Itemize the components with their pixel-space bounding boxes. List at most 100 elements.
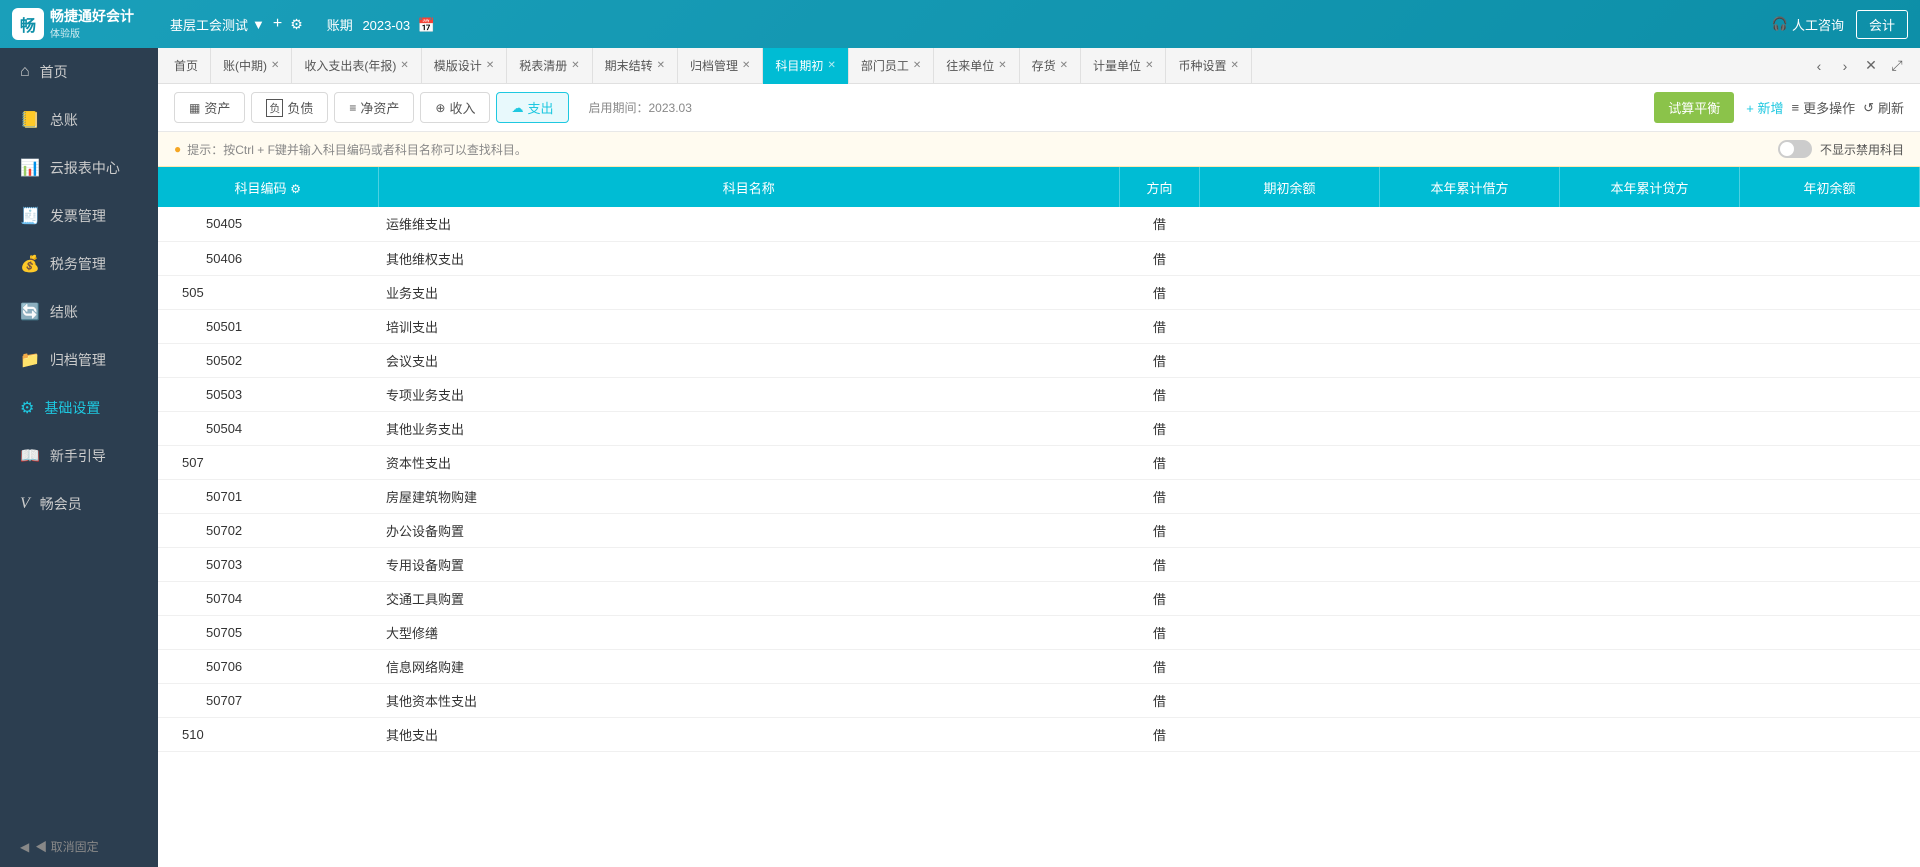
cell-init-balance xyxy=(1200,377,1380,411)
close-icon[interactable]: ✕ xyxy=(571,60,579,71)
col-settings-icon[interactable]: ⚙ xyxy=(290,182,301,196)
sidebar-item-settings[interactable]: ⚙ 基础设置 xyxy=(0,384,158,432)
table-row[interactable]: 50504 其他业务支出 借 xyxy=(158,411,1920,445)
cell-year-init xyxy=(1740,683,1920,717)
table-row[interactable]: 50406 其他维权支出 借 xyxy=(158,241,1920,275)
close-icon[interactable]: ✕ xyxy=(827,60,835,71)
archive-icon: 📁 xyxy=(20,350,40,370)
cell-direction: 借 xyxy=(1120,275,1200,309)
cell-ytd-credit xyxy=(1560,581,1740,615)
add-button[interactable]: + 新增 xyxy=(1742,98,1783,117)
close-icon[interactable]: ✕ xyxy=(400,60,408,71)
tab-dept[interactable]: 部门员工 ✕ xyxy=(849,48,934,84)
sidebar-collapse-button[interactable]: ◀ ◀ 取消固定 xyxy=(0,826,158,867)
table-row[interactable]: 50703 专用设备购置 借 xyxy=(158,547,1920,581)
tab-close-all-button[interactable]: ✕ xyxy=(1860,55,1882,77)
toggle-disabled-subjects[interactable] xyxy=(1778,140,1812,158)
more-button[interactable]: ≡ 更多操作 xyxy=(1791,98,1855,117)
sidebar-item-invoice[interactable]: 🧾 发票管理 xyxy=(0,192,158,240)
tab-annual[interactable]: 收入支出表(年报) ✕ xyxy=(292,48,421,84)
info-bar: ● 提示：按Ctrl + F键并输入科目编码或者科目名称可以查找科目。 不显示禁… xyxy=(158,132,1920,167)
cell-name: 其他维权支出 xyxy=(378,241,1120,275)
tab-prev-button[interactable]: ‹ xyxy=(1808,55,1830,77)
cell-name: 会议支出 xyxy=(378,343,1120,377)
tab-period-end[interactable]: 期末结转 ✕ xyxy=(593,48,678,84)
filter-tab-asset[interactable]: ▦ 资产 xyxy=(174,92,245,123)
tab-home[interactable]: 首页 xyxy=(162,48,211,84)
tab-archive[interactable]: 归档管理 ✕ xyxy=(678,48,763,84)
cell-ytd-credit xyxy=(1560,377,1740,411)
account-button[interactable]: 会计 xyxy=(1856,10,1908,39)
help-button[interactable]: 🎧 人工咨询 xyxy=(1772,15,1844,34)
sidebar-item-reports[interactable]: 📊 云报表中心 xyxy=(0,144,158,192)
table-row[interactable]: 50503 专项业务支出 借 xyxy=(158,377,1920,411)
sidebar-item-ledger[interactable]: 📒 总账 xyxy=(0,96,158,144)
table-row[interactable]: 50706 信息网络购建 借 xyxy=(158,649,1920,683)
table-row[interactable]: 505 业务支出 借 xyxy=(158,275,1920,309)
tab-inventory[interactable]: 存货 ✕ xyxy=(1020,48,1081,84)
filter-tab-liability[interactable]: 负 负债 xyxy=(251,92,328,123)
cell-ytd-debit xyxy=(1380,275,1560,309)
table-row[interactable]: 50704 交通工具购置 借 xyxy=(158,581,1920,615)
table-row[interactable]: 50405 运维维支出 借 xyxy=(158,207,1920,241)
settings-icon[interactable]: ⚙ xyxy=(290,16,303,33)
add-tab-icon[interactable]: + xyxy=(273,15,282,33)
filter-tab-income[interactable]: ⊕ 收入 xyxy=(420,92,490,123)
info-text: 提示：按Ctrl + F键并输入科目编码或者科目名称可以查找科目。 xyxy=(187,141,527,158)
table-row[interactable]: 50701 房屋建筑物购建 借 xyxy=(158,479,1920,513)
cell-ytd-credit xyxy=(1560,411,1740,445)
tab-template[interactable]: 模版设计 ✕ xyxy=(422,48,507,84)
close-icon[interactable]: ✕ xyxy=(742,60,750,71)
company-selector[interactable]: 基层工会测试 ▼ xyxy=(170,15,265,34)
refresh-button[interactable]: ↺ 刷新 xyxy=(1863,98,1904,117)
cell-code: 50502 xyxy=(158,343,378,377)
tab-label: 部门员工 xyxy=(861,57,909,74)
tab-partner[interactable]: 往来单位 ✕ xyxy=(934,48,1019,84)
table-row[interactable]: 50702 办公设备购置 借 xyxy=(158,513,1920,547)
tab-label: 币种设置 xyxy=(1178,57,1226,74)
tab-mid[interactable]: 账(中期) ✕ xyxy=(211,48,292,84)
tab-tax[interactable]: 税表清册 ✕ xyxy=(507,48,592,84)
table-row[interactable]: 50501 培训支出 借 xyxy=(158,309,1920,343)
sidebar-item-member[interactable]: V 畅会员 xyxy=(0,480,158,528)
cell-init-balance xyxy=(1200,581,1380,615)
cell-name: 其他资本性支出 xyxy=(378,683,1120,717)
sidebar-item-guide[interactable]: 📖 新手引导 xyxy=(0,432,158,480)
sidebar-item-archive[interactable]: 📁 归档管理 xyxy=(0,336,158,384)
tab-subject-init[interactable]: 科目期初 ✕ xyxy=(763,48,848,84)
cell-ytd-credit xyxy=(1560,649,1740,683)
close-icon[interactable]: ✕ xyxy=(657,60,665,71)
cell-code: 50703 xyxy=(158,547,378,581)
tab-currency[interactable]: 币种设置 ✕ xyxy=(1166,48,1251,84)
close-icon[interactable]: ✕ xyxy=(913,60,921,71)
tab-expand-button[interactable]: ⤢ xyxy=(1886,55,1908,77)
net-asset-icon: ≡ xyxy=(349,101,356,115)
table-row[interactable]: 50707 其他资本性支出 借 xyxy=(158,683,1920,717)
sidebar-item-tax[interactable]: 💰 税务管理 xyxy=(0,240,158,288)
close-icon[interactable]: ✕ xyxy=(1145,60,1153,71)
table-row[interactable]: 50502 会议支出 借 xyxy=(158,343,1920,377)
app-logo: 畅 畅捷通好会计 体验版 xyxy=(12,8,170,40)
filter-tabs: ▦ 资产 负 负债 ≡ 净资产 ⊕ 收入 ☁ 支出 xyxy=(174,92,569,123)
cell-code: 50501 xyxy=(158,309,378,343)
balance-button[interactable]: 试算平衡 xyxy=(1654,92,1734,123)
close-icon[interactable]: ✕ xyxy=(271,60,279,71)
cell-year-init xyxy=(1740,717,1920,751)
sidebar-item-home[interactable]: ⌂ 首页 xyxy=(0,48,158,96)
cell-name: 业务支出 xyxy=(378,275,1120,309)
table-row[interactable]: 510 其他支出 借 xyxy=(158,717,1920,751)
close-icon[interactable]: ✕ xyxy=(1060,60,1068,71)
tab-unit[interactable]: 计量单位 ✕ xyxy=(1081,48,1166,84)
close-icon[interactable]: ✕ xyxy=(1230,60,1238,71)
close-icon[interactable]: ✕ xyxy=(486,60,494,71)
calendar-icon[interactable]: 📅 xyxy=(418,17,435,33)
close-icon[interactable]: ✕ xyxy=(998,60,1006,71)
table-row[interactable]: 50705 大型修缮 借 xyxy=(158,615,1920,649)
table-row[interactable]: 507 资本性支出 借 xyxy=(158,445,1920,479)
cell-init-balance xyxy=(1200,717,1380,751)
filter-tab-net-asset[interactable]: ≡ 净资产 xyxy=(334,92,414,123)
sidebar-item-settle[interactable]: 🔄 结账 xyxy=(0,288,158,336)
filter-tab-expense[interactable]: ☁ 支出 xyxy=(496,92,568,123)
sidebar-item-label: 基础设置 xyxy=(44,398,100,418)
tab-next-button[interactable]: › xyxy=(1834,55,1856,77)
